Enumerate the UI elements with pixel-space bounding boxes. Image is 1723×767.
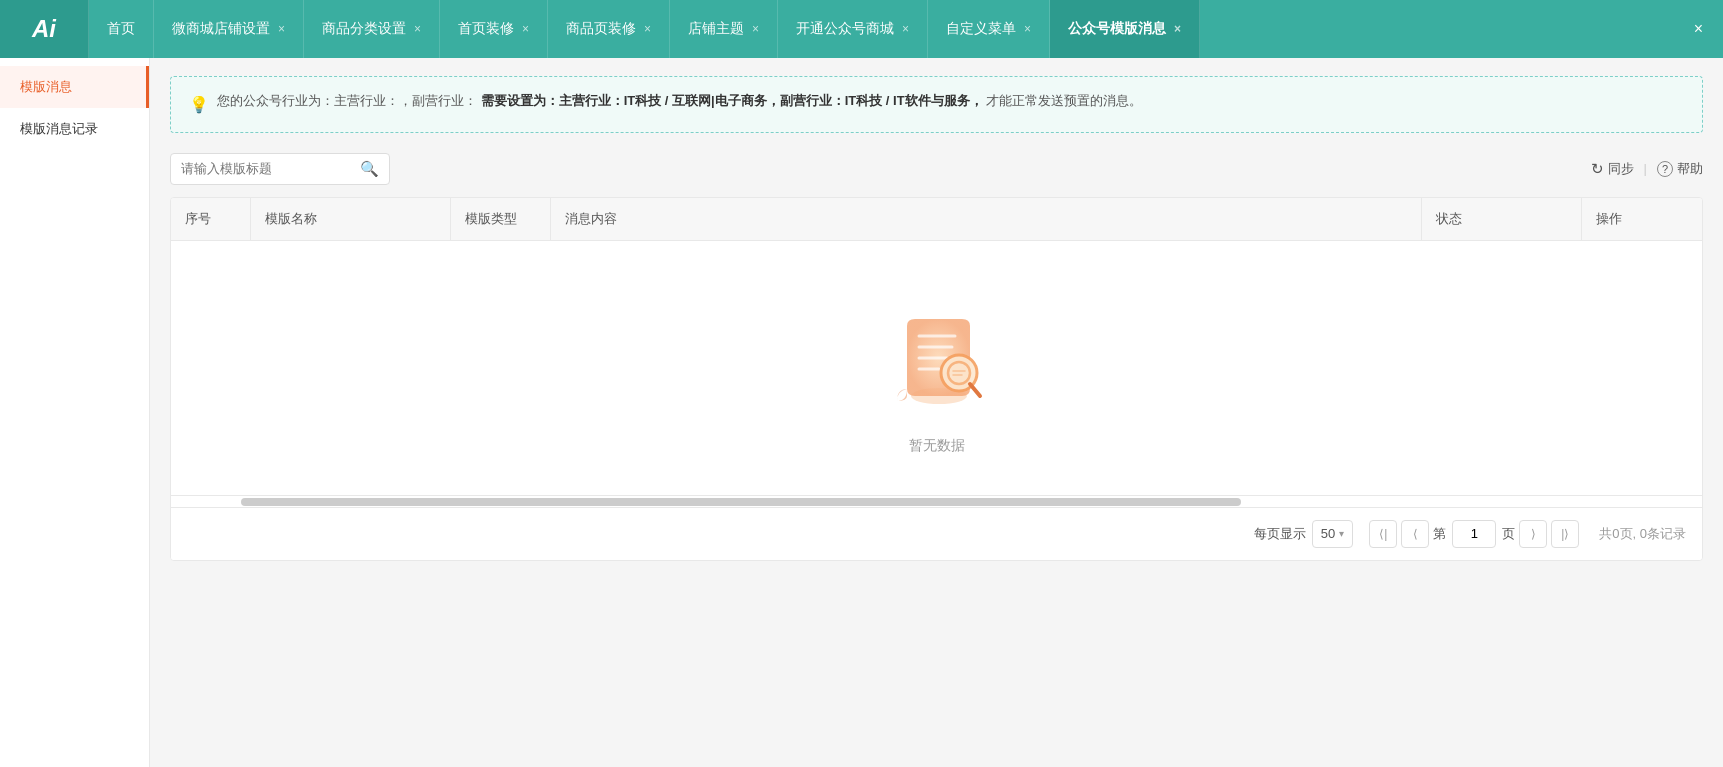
page-label-before: 第 — [1433, 525, 1446, 543]
nav-tab-close-home-decor[interactable]: × — [522, 22, 529, 36]
col-name: 模版名称 — [251, 198, 451, 240]
last-page-button[interactable]: |⟩ — [1551, 520, 1579, 548]
page-nav: ⟨| ⟨ 第 页 ⟩ |⟩ — [1369, 520, 1579, 548]
next-page-icon: ⟩ — [1531, 527, 1536, 541]
nav-tab-custom-menu[interactable]: 自定义菜单 × — [928, 0, 1050, 58]
nav-tab-label-product-decor: 商品页装修 — [566, 20, 636, 38]
sync-icon: ↻ — [1591, 160, 1604, 178]
col-status: 状态 — [1422, 198, 1582, 240]
first-page-icon2: | — [1384, 527, 1387, 541]
pagination: 每页显示 50 ▾ ⟨| ⟨ 第 页 — [171, 507, 1702, 560]
nav-tab-home[interactable]: 首页 — [89, 0, 154, 58]
app-logo: Ai — [0, 0, 89, 58]
nav-tab-home-decor[interactable]: 首页装修 × — [440, 0, 548, 58]
col-seq: 序号 — [171, 198, 251, 240]
svg-line-7 — [970, 384, 980, 396]
help-icon: ? — [1657, 161, 1673, 177]
nav-tab-open-mall[interactable]: 开通公众号商城 × — [778, 0, 928, 58]
sync-button[interactable]: ↻ 同步 — [1591, 160, 1634, 178]
col-action: 操作 — [1582, 198, 1702, 240]
search-input-wrap: 🔍 — [170, 153, 390, 185]
col-content: 消息内容 — [551, 198, 1422, 240]
first-page-button[interactable]: ⟨| — [1369, 520, 1397, 548]
empty-illustration — [877, 301, 997, 421]
dropdown-arrow-icon: ▾ — [1339, 528, 1344, 539]
notice-text: 您的公众号行业为：主营行业：，副营行业： 需要设置为：主营行业：IT科技 / 互… — [217, 91, 1142, 112]
nav-tab-label-custom-menu: 自定义菜单 — [946, 20, 1016, 38]
nav-tab-label-shop-theme: 店铺主题 — [688, 20, 744, 38]
scrollbar-thumb[interactable] — [241, 498, 1241, 506]
nav-tab-shop-settings[interactable]: 微商城店铺设置 × — [154, 0, 304, 58]
data-table: 序号 模版名称 模版类型 消息内容 状态 操作 — [170, 197, 1703, 561]
page-input-group: 第 页 — [1433, 520, 1515, 548]
empty-text: 暂无数据 — [909, 437, 965, 455]
main-layout: 模版消息模版消息记录 💡 您的公众号行业为：主营行业：，副营行业： 需要设置为：… — [0, 58, 1723, 767]
nav-tab-close-shop-theme[interactable]: × — [752, 22, 759, 36]
toolbar-divider: | — [1644, 161, 1647, 176]
nav-tab-close-shop-settings[interactable]: × — [278, 22, 285, 36]
close-all-button[interactable]: × — [1674, 0, 1723, 58]
page-size-label: 每页显示 — [1254, 525, 1306, 543]
page-number-input[interactable] — [1452, 520, 1496, 548]
search-input[interactable] — [181, 161, 360, 176]
nav-tab-label-category-settings: 商品分类设置 — [322, 20, 406, 38]
notice-icon: 💡 — [189, 92, 209, 118]
nav-tab-close-product-decor[interactable]: × — [644, 22, 651, 36]
nav-tab-close-template-msg[interactable]: × — [1174, 22, 1181, 36]
nav-tab-close-open-mall[interactable]: × — [902, 22, 909, 36]
scrollbar-area[interactable] — [171, 495, 1702, 507]
nav-tab-category-settings[interactable]: 商品分类设置 × — [304, 0, 440, 58]
sidebar-item-template-msg-record[interactable]: 模版消息记录 — [0, 108, 149, 150]
nav-tab-close-category-settings[interactable]: × — [414, 22, 421, 36]
nav-tab-label-home: 首页 — [107, 20, 135, 38]
nav-tab-label-home-decor: 首页装修 — [458, 20, 514, 38]
notice-highlight: 需要设置为：主营行业：IT科技 / 互联网|电子商务，副营行业：IT科技 / I… — [481, 93, 983, 108]
toolbar-right: ↻ 同步 | ? 帮助 — [1591, 160, 1703, 178]
page-label-after: 页 — [1502, 525, 1515, 543]
sidebar: 模版消息模版消息记录 — [0, 58, 150, 767]
nav-tab-template-msg[interactable]: 公众号模版消息 × — [1050, 0, 1200, 58]
empty-state: 暂无数据 — [171, 241, 1702, 495]
nav-tab-product-decor[interactable]: 商品页装修 × — [548, 0, 670, 58]
content-area: 💡 您的公众号行业为：主营行业：，副营行业： 需要设置为：主营行业：IT科技 /… — [150, 58, 1723, 767]
toolbar: 🔍 ↻ 同步 | ? 帮助 — [170, 153, 1703, 185]
prev-page-button[interactable]: ⟨ — [1401, 520, 1429, 548]
table-header: 序号 模版名称 模版类型 消息内容 状态 操作 — [171, 198, 1702, 241]
nav-tab-shop-theme[interactable]: 店铺主题 × — [670, 0, 778, 58]
nav-tab-label-shop-settings: 微商城店铺设置 — [172, 20, 270, 38]
page-size-dropdown[interactable]: 50 ▾ — [1312, 520, 1353, 548]
sidebar-items-container: 模版消息模版消息记录 — [0, 66, 149, 150]
sidebar-item-template-msg[interactable]: 模版消息 — [0, 66, 149, 108]
prev-page-icon: ⟨ — [1413, 527, 1418, 541]
nav-tabs-container: 首页微商城店铺设置×商品分类设置×首页装修×商品页装修×店铺主题×开通公众号商城… — [89, 0, 1674, 58]
nav-tab-close-custom-menu[interactable]: × — [1024, 22, 1031, 36]
notice-box: 💡 您的公众号行业为：主营行业：，副营行业： 需要设置为：主营行业：IT科技 /… — [170, 76, 1703, 133]
search-icon[interactable]: 🔍 — [360, 160, 379, 178]
toolbar-left: 🔍 — [170, 153, 390, 185]
nav-tab-label-open-mall: 开通公众号商城 — [796, 20, 894, 38]
help-button[interactable]: ? 帮助 — [1657, 160, 1703, 178]
col-type: 模版类型 — [451, 198, 551, 240]
nav-tab-label-template-msg: 公众号模版消息 — [1068, 20, 1166, 38]
next-page-button[interactable]: ⟩ — [1519, 520, 1547, 548]
page-size-select: 每页显示 50 ▾ — [1254, 520, 1353, 548]
top-nav: Ai 首页微商城店铺设置×商品分类设置×首页装修×商品页装修×店铺主题×开通公众… — [0, 0, 1723, 58]
last-page-icon2: ⟩ — [1564, 527, 1569, 541]
total-info: 共0页, 0条记录 — [1599, 525, 1686, 543]
